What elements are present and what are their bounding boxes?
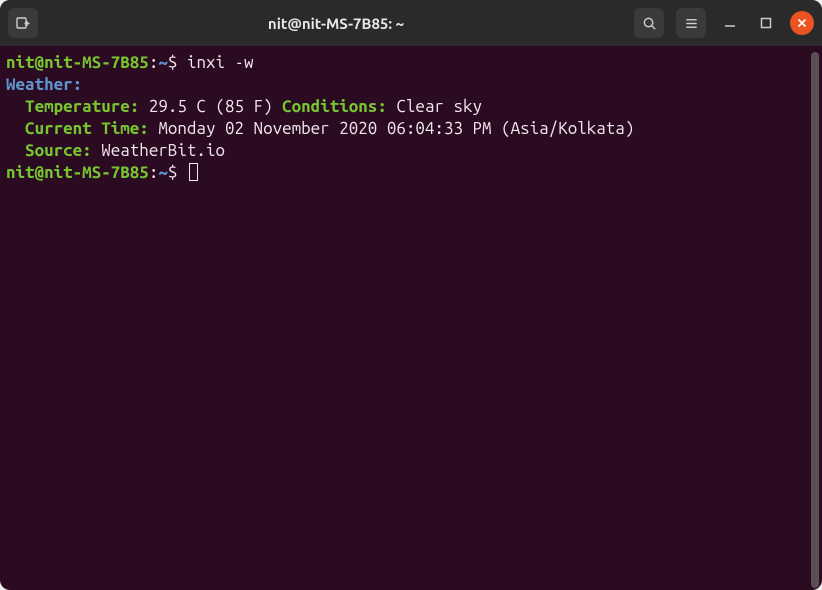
window-title: nit@nit-MS-7B85: ~ — [42, 15, 630, 32]
menu-button[interactable] — [676, 8, 706, 38]
scrollbar[interactable] — [811, 52, 819, 588]
prompt-colon: : — [149, 53, 159, 72]
prompt-colon-2: : — [149, 163, 159, 182]
temperature-value: 29.5 C (85 F) — [149, 97, 273, 116]
prompt-user-host: nit@nit-MS-7B85 — [6, 53, 149, 72]
terminal-window: nit@nit-MS-7B85: ~ — [0, 0, 822, 590]
maximize-icon — [760, 17, 772, 29]
search-button[interactable] — [634, 8, 664, 38]
source-label: Source: — [25, 141, 92, 160]
close-button[interactable] — [790, 11, 814, 35]
titlebar: nit@nit-MS-7B85: ~ — [0, 0, 822, 46]
cursor — [189, 163, 198, 181]
weather-heading: Weather: — [6, 75, 82, 94]
prompt-path: ~ — [158, 53, 168, 72]
prompt-path-2: ~ — [158, 163, 168, 182]
minimize-button[interactable] — [718, 11, 742, 35]
temperature-label: Temperature: — [25, 97, 139, 116]
maximize-button[interactable] — [754, 11, 778, 35]
source-value: WeatherBit.io — [101, 141, 225, 160]
entered-command: inxi -w — [187, 53, 254, 72]
conditions-value: Clear sky — [396, 97, 482, 116]
terminal-body[interactable]: nit@nit-MS-7B85:~$ inxi -w Weather: Temp… — [0, 46, 822, 590]
prompt-user-host-2: nit@nit-MS-7B85 — [6, 163, 149, 182]
new-tab-icon — [15, 15, 31, 31]
new-tab-button[interactable] — [8, 8, 38, 38]
current-time-value: Monday 02 November 2020 06:04:33 PM (Asi… — [158, 119, 634, 138]
current-time-label: Current Time: — [25, 119, 149, 138]
minimize-icon — [724, 17, 736, 29]
search-icon — [642, 16, 657, 31]
prompt-dollar: $ — [168, 53, 178, 72]
hamburger-icon — [684, 16, 699, 31]
conditions-label: Conditions: — [282, 97, 387, 116]
close-icon — [797, 18, 807, 28]
prompt-dollar-2: $ — [168, 163, 178, 182]
